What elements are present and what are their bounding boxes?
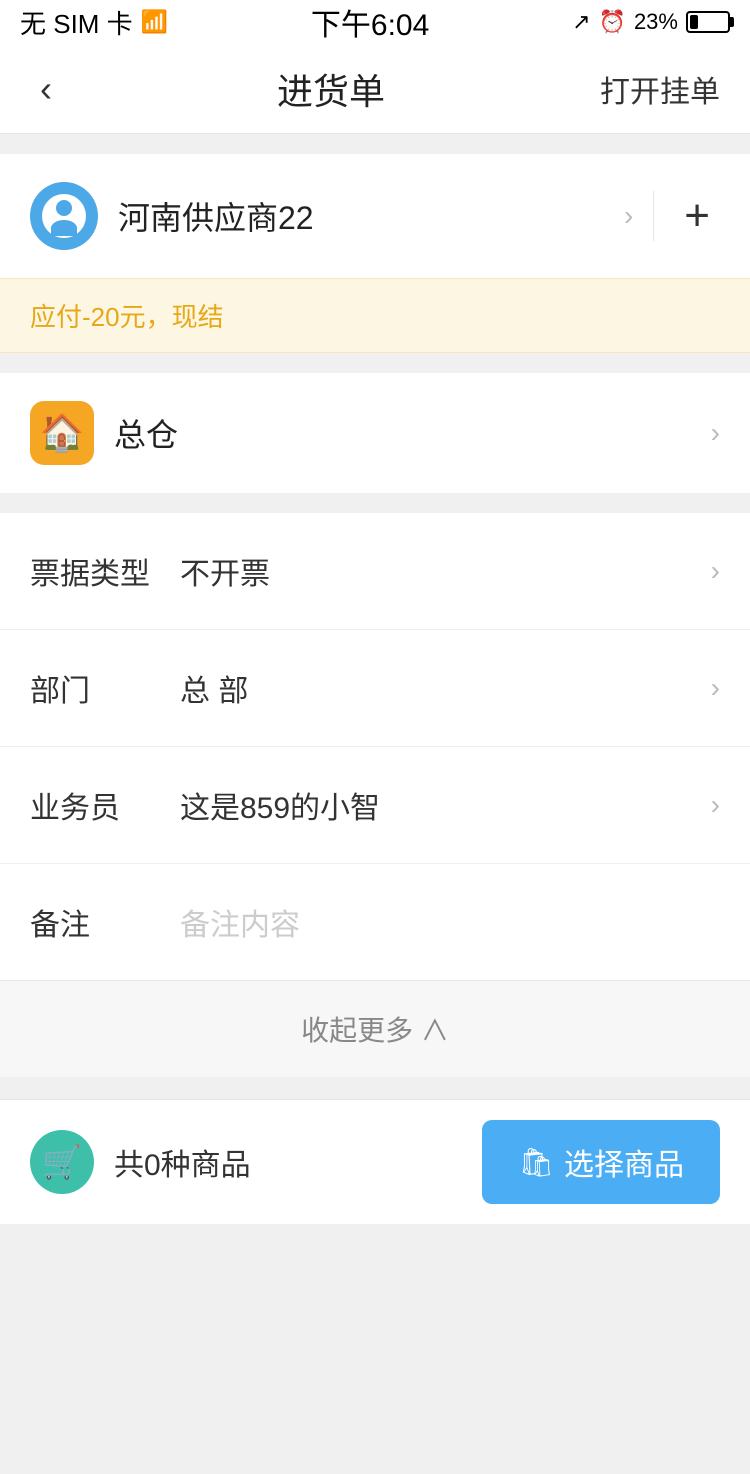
notice-bar: 应付-20元，现结	[0, 278, 750, 353]
supplier-row[interactable]: 河南供应商22 › +	[0, 154, 750, 278]
product-icon-wrap: 🛒	[30, 1130, 94, 1194]
remark-input[interactable]: 备注内容	[180, 900, 720, 944]
select-product-icon: 🛍	[518, 1146, 554, 1179]
invoice-label: 票据类型	[30, 549, 170, 593]
invoice-value: 不开票	[180, 549, 701, 593]
notice-text: 应付-20元，现结	[30, 302, 224, 332]
warehouse-name: 总仓	[114, 410, 701, 456]
salesman-row[interactable]: 业务员 这是859的小智 ›	[0, 747, 750, 864]
salesman-chevron-icon: ›	[711, 789, 720, 821]
battery-percent: 23%	[634, 9, 678, 35]
supplier-chevron-icon: ›	[624, 200, 633, 232]
status-time: 下午6:04	[311, 0, 429, 44]
status-right: ↗ ⏰ 23%	[572, 9, 730, 35]
wifi-icon: 📶	[141, 9, 168, 35]
supplier-name: 河南供应商22	[118, 193, 614, 239]
remark-row[interactable]: 备注 备注内容	[0, 864, 750, 980]
warehouse-icon-wrap: 🏠	[30, 401, 94, 465]
salesman-value: 这是859的小智	[180, 783, 701, 827]
divider-3	[0, 1077, 750, 1097]
status-bar: 无 SIM 卡 📶 下午6:04 ↗ ⏰ 23%	[0, 0, 750, 44]
back-button[interactable]: ‹	[30, 58, 62, 120]
product-count: 共0种商品	[114, 1140, 482, 1184]
content-area	[0, 1224, 750, 1474]
top-divider	[0, 134, 750, 154]
product-cart-icon: 🛒	[42, 1143, 82, 1181]
divider-2	[0, 493, 750, 513]
dept-label: 部门	[30, 666, 170, 710]
warehouse-chevron-icon: ›	[711, 417, 720, 449]
battery-icon	[686, 11, 730, 33]
bottom-bar: 🛒 共0种商品 🛍 选择商品	[0, 1099, 750, 1224]
carrier-text: 无 SIM 卡	[20, 4, 133, 41]
page-title: 进货单	[277, 63, 385, 115]
dept-value: 总 部	[180, 666, 701, 710]
salesman-label: 业务员	[30, 783, 170, 827]
open-pending-button[interactable]: 打开挂单	[600, 67, 720, 111]
invoice-row[interactable]: 票据类型 不开票 ›	[0, 513, 750, 630]
supplier-section: 河南供应商22 › + 应付-20元，现结	[0, 154, 750, 353]
add-button[interactable]: +	[674, 191, 720, 241]
alarm-icon: ⏰	[599, 9, 626, 35]
select-product-label: 选择商品	[564, 1140, 684, 1184]
supplier-avatar	[30, 182, 98, 250]
warehouse-section: 🏠 总仓 ›	[0, 373, 750, 493]
status-carrier: 无 SIM 卡 📶	[20, 4, 168, 41]
dept-row[interactable]: 部门 总 部 ›	[0, 630, 750, 747]
invoice-chevron-icon: ›	[711, 555, 720, 587]
warehouse-icon: 🏠	[40, 412, 85, 454]
warehouse-row[interactable]: 🏠 总仓 ›	[0, 373, 750, 493]
collapse-text: 收起更多 ∧	[301, 1009, 449, 1049]
vertical-divider	[653, 191, 654, 241]
collapse-row[interactable]: 收起更多 ∧	[0, 980, 750, 1077]
nav-bar: ‹ 进货单 打开挂单	[0, 44, 750, 134]
location-icon: ↗	[572, 9, 590, 35]
select-product-button[interactable]: 🛍 选择商品	[482, 1120, 720, 1204]
dept-chevron-icon: ›	[711, 672, 720, 704]
form-section: 票据类型 不开票 › 部门 总 部 › 业务员 这是859的小智 › 备注 备注…	[0, 513, 750, 1077]
remark-label: 备注	[30, 900, 170, 944]
divider-1	[0, 353, 750, 373]
